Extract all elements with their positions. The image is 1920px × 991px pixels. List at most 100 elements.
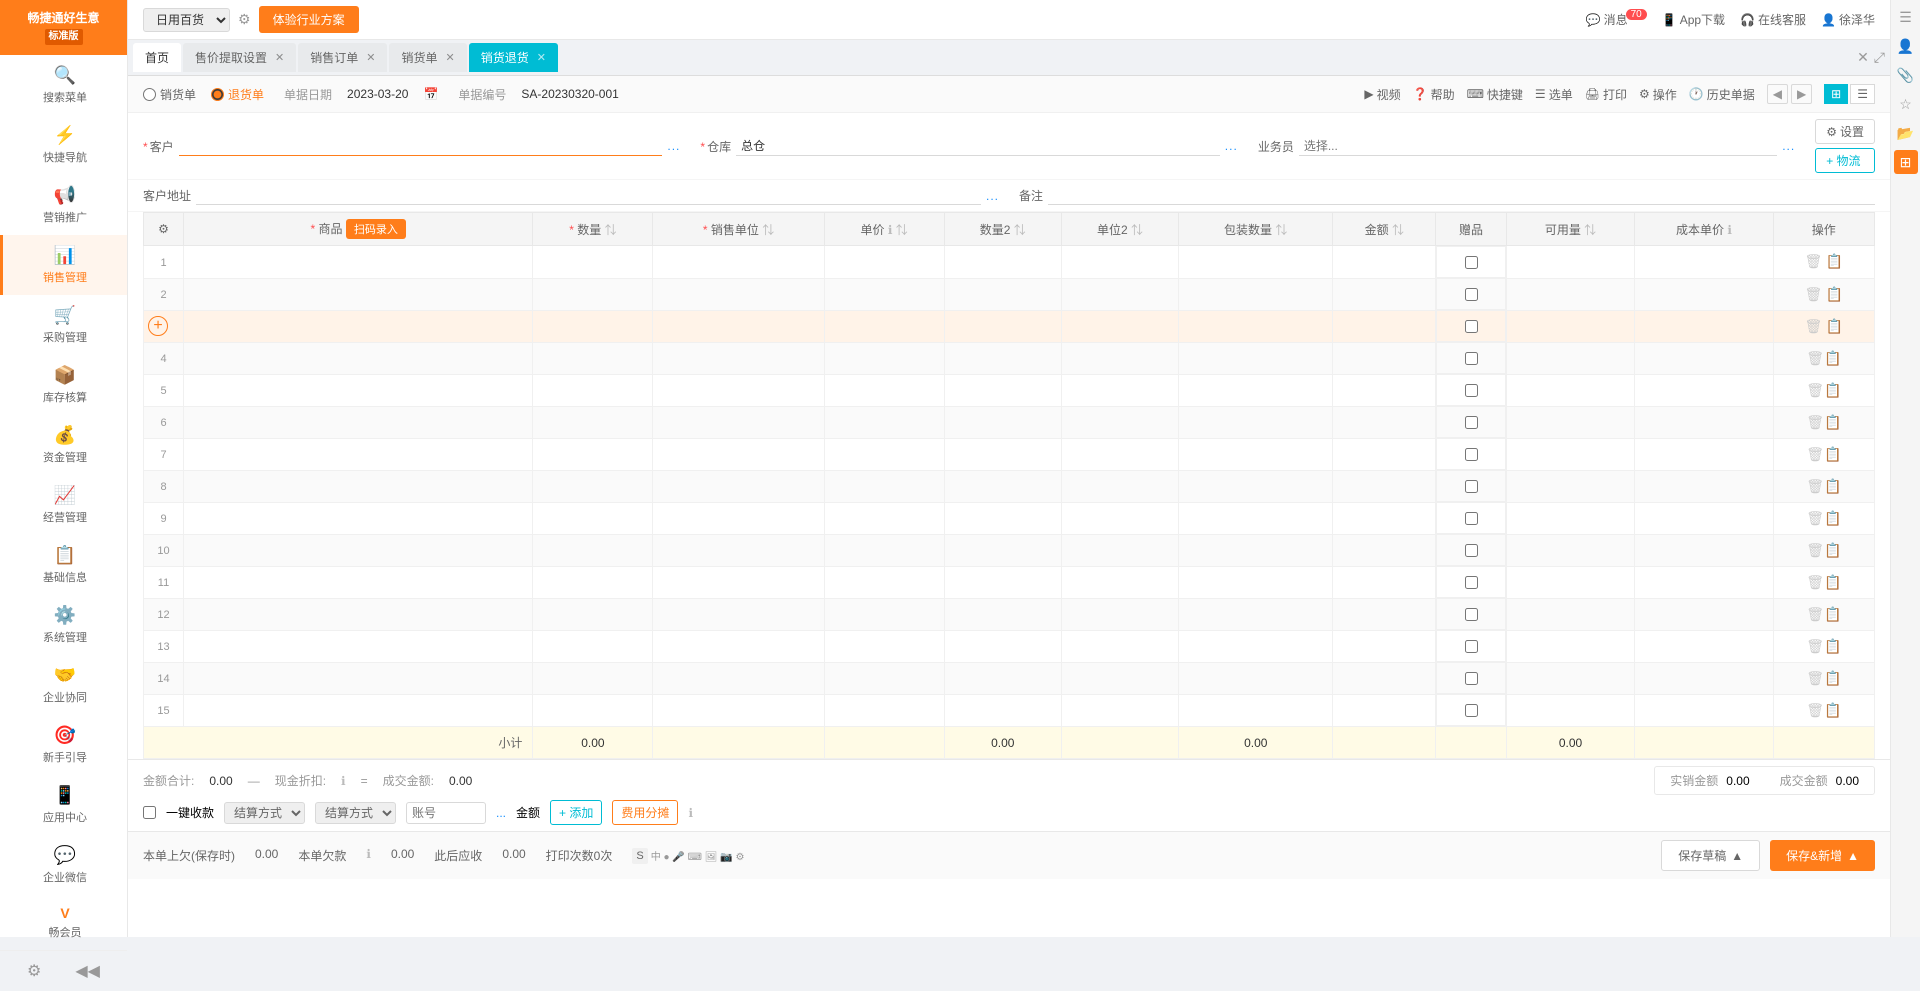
shortcut-btn[interactable]: ⌨ 快捷键 (1467, 86, 1523, 103)
collapse-icon[interactable]: ◀◀ (75, 961, 100, 981)
available-cell[interactable] (1506, 278, 1635, 310)
radio-delivery-input[interactable] (143, 88, 156, 101)
video-btn[interactable]: ▶ 视频 (1364, 86, 1400, 103)
copy-icon[interactable]: 📋 (1824, 702, 1841, 718)
sidebar-item-system[interactable]: ⚙️ 系统管理 (0, 595, 127, 655)
delete-icon[interactable]: 🗑 (1806, 542, 1824, 558)
sort-icon5[interactable]: ⇅ (1131, 223, 1143, 237)
copy-icon[interactable]: 📋 (1826, 286, 1843, 302)
sort-icon[interactable]: ⇅ (605, 223, 617, 237)
fee-help-icon[interactable]: ℹ (688, 806, 693, 820)
quantity-cell-active[interactable] (533, 310, 653, 342)
unit-price-cell-active[interactable] (824, 310, 944, 342)
tab-home[interactable]: 首页 (133, 43, 181, 72)
delete-icon[interactable]: 🗑 (1806, 638, 1824, 654)
sort-icon4[interactable]: ⇅ (1014, 223, 1026, 237)
copy-icon[interactable]: 📋 (1824, 606, 1841, 622)
sidebar-item-marketing[interactable]: 📢 营销推广 (0, 175, 127, 235)
settings-gear-icon[interactable]: ⚙ (27, 961, 41, 981)
copy-icon[interactable]: 📋 (1824, 414, 1841, 430)
sidebar-item-sales[interactable]: 📊 销售管理 (0, 235, 127, 295)
amount-cell-active[interactable] (1333, 310, 1436, 342)
delete-icon[interactable]: 🗑 (1806, 702, 1824, 718)
sidebar-item-member[interactable]: V 畅会员 (0, 895, 127, 950)
expand-icon[interactable]: ⤢ (1874, 49, 1885, 66)
sidebar-item-enterprise[interactable]: 🤝 企业协同 (0, 655, 127, 715)
operate-btn[interactable]: ⚙ 操作 (1639, 86, 1677, 103)
sales-unit-cell[interactable] (653, 278, 824, 310)
gift-checkbox[interactable] (1465, 288, 1478, 301)
copy-icon[interactable]: 📋 (1826, 253, 1843, 269)
copy-icon[interactable]: 📋 (1826, 318, 1843, 334)
tab-sales-delivery-close[interactable]: ✕ (446, 51, 455, 64)
salesperson-dots[interactable]: ... (1782, 139, 1795, 153)
help-btn[interactable]: ❓ 帮助 (1413, 86, 1455, 103)
fee-btn[interactable]: 费用分摊 (612, 800, 678, 825)
package-qty-cell[interactable] (1179, 246, 1333, 279)
right-btn-3[interactable]: 📎 (1894, 63, 1918, 87)
sort-icon2[interactable]: ⇅ (762, 223, 774, 237)
sidebar-item-search[interactable]: 🔍 搜索菜单 (0, 55, 127, 115)
sort-icon3[interactable]: ⇅ (896, 223, 908, 237)
calc-select[interactable]: 结算方式 (315, 802, 396, 824)
available-cell[interactable] (1506, 246, 1635, 279)
one-click-checkbox[interactable] (143, 806, 156, 819)
warehouse-input[interactable] (736, 137, 1220, 156)
amount-cell[interactable] (1333, 246, 1436, 279)
cost-price-cell-active[interactable] (1635, 310, 1773, 342)
customer-dots[interactable]: ... (667, 139, 680, 153)
customer-input[interactable] (179, 137, 663, 156)
product-input[interactable] (188, 319, 528, 333)
delete-icon[interactable]: 🗑 (1805, 318, 1823, 334)
salesperson-input[interactable] (1299, 137, 1777, 156)
online-service-btn[interactable]: 🎧 在线客服 (1740, 11, 1806, 28)
sort-icon8[interactable]: ⇅ (1584, 223, 1596, 237)
save-draft-btn[interactable]: 保存草稿 ▲ (1661, 840, 1760, 871)
account-dots[interactable]: ... (496, 806, 506, 820)
amount-cell[interactable] (1333, 278, 1436, 310)
sort-icon6[interactable]: ⇅ (1275, 223, 1287, 237)
tab-sales-order[interactable]: 销售订单 ✕ (298, 43, 387, 72)
unit-price-cell[interactable] (824, 278, 944, 310)
experience-btn[interactable]: 体验行业方案 (259, 6, 359, 33)
sidebar-item-newbie[interactable]: 🎯 新手引导 (0, 715, 127, 775)
remark-input[interactable] (1048, 186, 1875, 205)
gift-cell[interactable] (1436, 246, 1505, 278)
close-tab-icon[interactable]: ✕ (1857, 49, 1869, 66)
delete-icon[interactable]: 🗑 (1806, 606, 1824, 622)
unit2-cell[interactable] (1061, 246, 1178, 279)
col-setting[interactable]: ⚙ (144, 213, 184, 246)
product-cell-active[interactable] (184, 310, 533, 342)
gift-checkbox-active[interactable] (1465, 320, 1478, 333)
discount-help-icon[interactable]: ℹ (341, 774, 346, 788)
sidebar-item-purchase[interactable]: 🛒 采购管理 (0, 295, 127, 355)
unit2-cell-active[interactable] (1061, 310, 1178, 342)
right-btn-5[interactable]: 📂 (1894, 121, 1918, 145)
app-download-btn[interactable]: 📱 App下载 (1662, 11, 1725, 28)
add-row-btn[interactable]: + (148, 316, 168, 336)
unit2-cell[interactable] (1061, 278, 1178, 310)
sort-icon7[interactable]: ⇅ (1392, 223, 1404, 237)
sales-unit-cell[interactable] (653, 246, 824, 279)
right-btn-4[interactable]: ☆ (1894, 92, 1918, 116)
info-icon[interactable]: ℹ (888, 223, 893, 237)
print-btn[interactable]: 🖨 打印 (1585, 86, 1627, 103)
gift-checkbox[interactable] (1465, 256, 1478, 269)
settlement-select[interactable]: 结算方式 (224, 802, 305, 824)
copy-icon[interactable]: 📋 (1824, 350, 1841, 366)
sidebar-item-inventory[interactable]: 📦 库存核算 (0, 355, 127, 415)
delete-icon[interactable]: 🗑 (1806, 350, 1824, 366)
tab-price-setting[interactable]: 售价提取设置 ✕ (183, 43, 296, 72)
select-btn[interactable]: ☰ 选单 (1535, 86, 1573, 103)
quantity2-cell[interactable] (944, 278, 1061, 310)
calendar-icon[interactable]: 📅 (423, 87, 438, 101)
copy-icon[interactable]: 📋 (1824, 670, 1841, 686)
quantity2-cell-active[interactable] (944, 310, 1061, 342)
cost-price-cell[interactable] (1635, 246, 1773, 279)
quantity-cell[interactable] (533, 246, 653, 279)
copy-icon[interactable]: 📋 (1824, 446, 1841, 462)
copy-icon[interactable]: 📋 (1824, 510, 1841, 526)
sidebar-item-basic[interactable]: 📋 基础信息 (0, 535, 127, 595)
delete-icon[interactable]: 🗑 (1806, 478, 1824, 494)
delete-icon[interactable]: 🗑 (1806, 670, 1824, 686)
